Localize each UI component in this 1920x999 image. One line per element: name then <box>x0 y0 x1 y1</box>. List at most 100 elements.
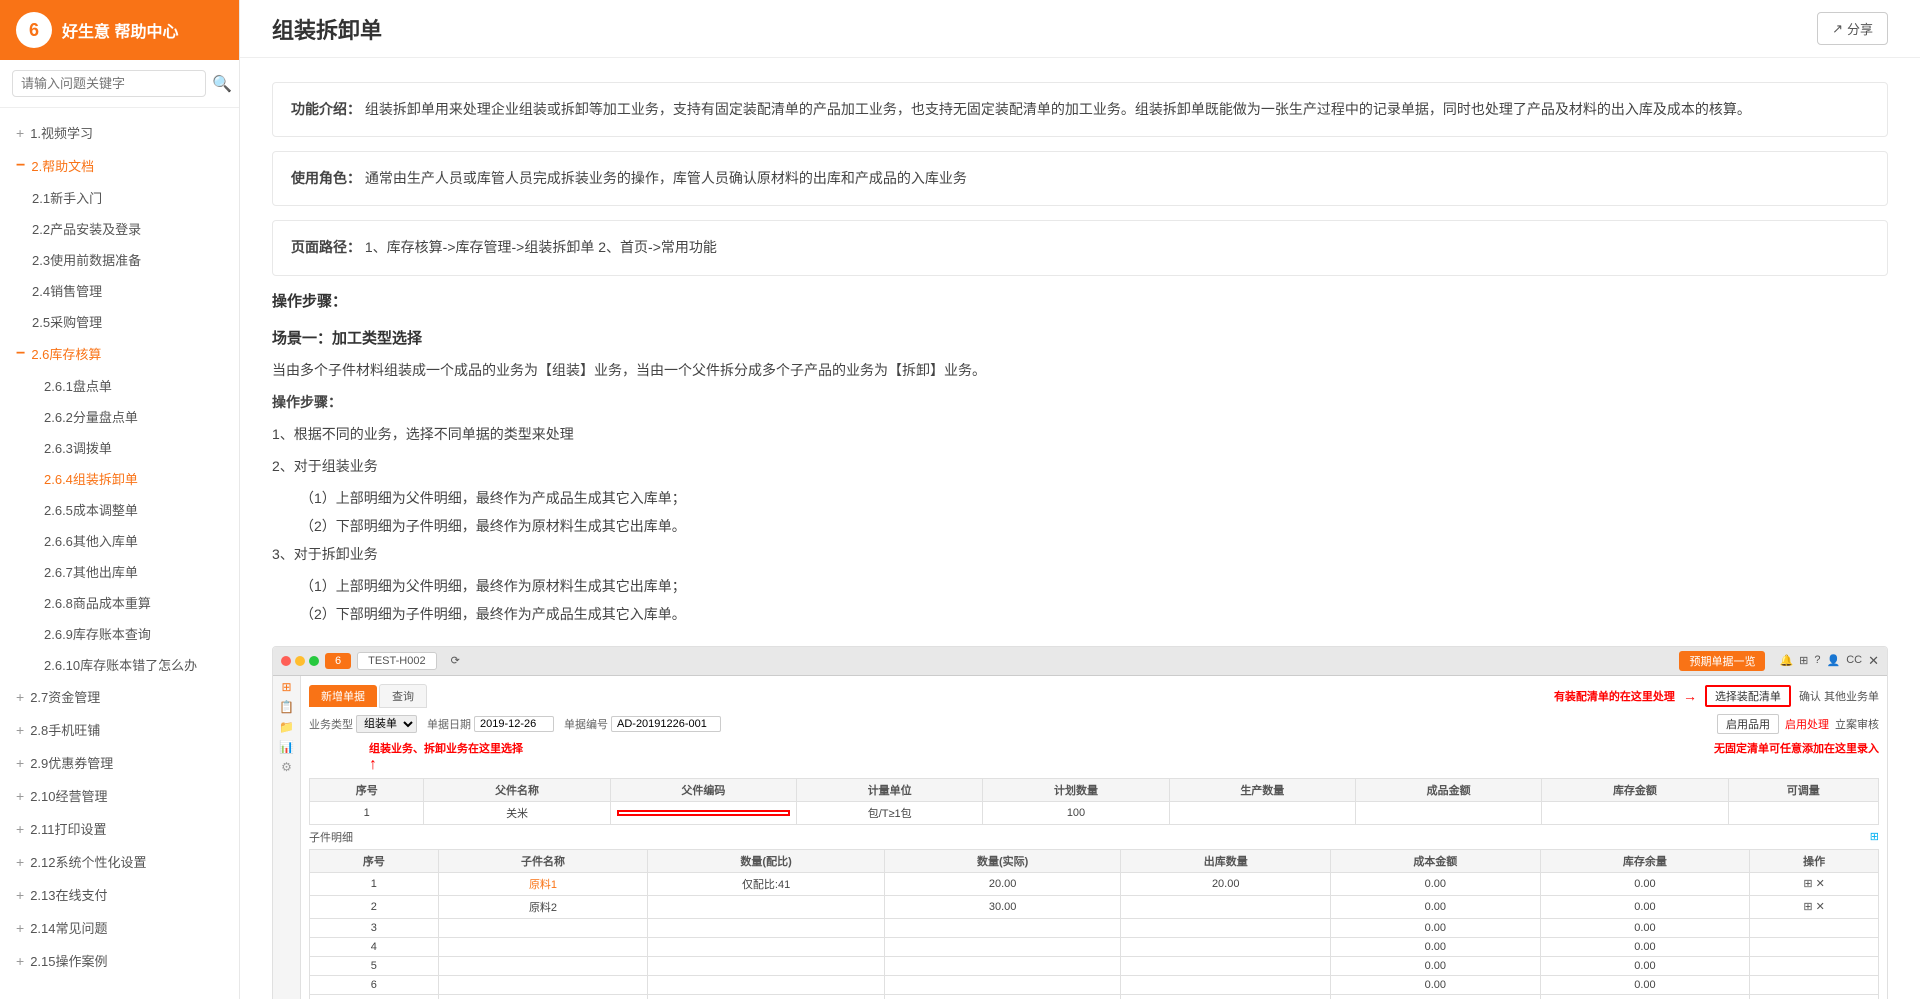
function-intro-block: 功能介绍： 组装拆卸单用来处理企业组装或拆卸等加工业务，支持有固定装配清单的产品… <box>272 82 1888 137</box>
share-icon: ↗ <box>1832 21 1843 37</box>
sidebar-item-stocktake[interactable]: 2.6.1盘点单 <box>0 370 239 401</box>
sidebar-item-settings[interactable]: + 2.12系统个性化设置 <box>0 845 239 878</box>
expand-icon: + <box>16 854 24 870</box>
sidebar-item-print[interactable]: + 2.11打印设置 <box>0 812 239 845</box>
sidebar-item-stock-error[interactable]: 2.6.10库存账本错了怎么办 <box>0 649 239 680</box>
ss-btn-select[interactable]: 选择装配清单 <box>1705 685 1791 707</box>
content-area: 功能介绍： 组装拆卸单用来处理企业组装或拆卸等加工业务，支持有固定装配清单的产品… <box>240 58 1920 999</box>
function-intro-text: 组装拆卸单用来处理企业组装或拆卸等加工业务，支持有固定装配清单的产品加工业务，也… <box>365 101 1751 117</box>
ss-enable-input[interactable]: 启用品用 <box>1717 714 1779 734</box>
sidebar-item-cost-calc[interactable]: 2.6.8商品成本重算 <box>0 587 239 618</box>
sidebar-item-new[interactable]: 2.1新手入门 <box>0 182 239 213</box>
ss-cell <box>1355 801 1541 824</box>
share-button[interactable]: ↗ 分享 <box>1817 12 1888 45</box>
sidebar-item-faq[interactable]: + 2.14常见问题 <box>0 911 239 944</box>
ss-table1: 序号 父件名称 父件编码 计量单位 计划数量 生产数量 成品金额 库存金额 可调… <box>309 778 1879 825</box>
step1: 1、根据不同的业务，选择不同单据的类型来处理 <box>272 420 1888 448</box>
ss-cell <box>884 918 1121 937</box>
topbar: 组装拆卸单 ↗ 分享 <box>240 0 1920 58</box>
ss-cell: 0.00 <box>1331 956 1541 975</box>
ss-col2-qty-ratio: 数量(配比) <box>648 849 885 872</box>
search-button[interactable]: 🔍 <box>212 74 232 94</box>
app-name: 好生意 帮助中心 <box>62 18 178 42</box>
ss-cell: 0.00 <box>1331 994 1541 999</box>
step2-sub1: （1）上部明细为父件明细，最终作为产成品生成其它入库单； <box>272 484 1888 512</box>
ss-cell: ⊞ ✕ <box>1750 872 1879 895</box>
ss-cell <box>648 918 885 937</box>
sidebar-item-inventory[interactable]: − 2.6库存核算 <box>0 337 239 370</box>
ss-cell: 原料1 <box>438 872 648 895</box>
ss-icon-ops: 确认 其他业务单 <box>1799 688 1879 704</box>
ss-col-plan-qty: 计划数量 <box>983 778 1169 801</box>
ss-col-parent-name: 父件名称 <box>424 778 610 801</box>
expand-icon: + <box>16 125 24 141</box>
sidebar-item-install[interactable]: 2.2产品安装及登录 <box>0 213 239 244</box>
ss-cell: 关米 <box>424 801 610 824</box>
path-label: 页面路径： <box>291 239 361 255</box>
ss-col2-stock: 库存余量 <box>1540 849 1750 872</box>
ss-close-btn[interactable]: ✕ <box>1868 653 1879 669</box>
ss-cell: 30.00 <box>884 895 1121 918</box>
ss-callout3: 组装业务、拆卸业务在这里选择 <box>369 740 523 756</box>
ss-sidebar-icon5: ⚙ <box>281 760 292 774</box>
sidebar-item-other-in[interactable]: 2.6.6其他入库单 <box>0 525 239 556</box>
expand-icon: + <box>16 755 24 771</box>
sidebar-item-online[interactable]: + 2.13在线支付 <box>0 878 239 911</box>
screenshot: 6 TEST-H002 ⟳ 预期单据一览 🔔 ⊞ ? 👤 CC ✕ <box>273 647 1887 999</box>
sidebar-item-partial[interactable]: 2.6.2分量盘点单 <box>0 401 239 432</box>
ss-btn-preview[interactable]: 预期单据一览 <box>1679 651 1765 671</box>
ss-col2-name: 子件名称 <box>438 849 648 872</box>
ss-tab-new[interactable]: 新增单据 <box>309 685 377 707</box>
table-row: 2 原料2 30.00 0.00 0.00 ⊞ ✕ <box>310 895 1879 918</box>
sidebar-item-videos[interactable]: + 1.视频学习 <box>0 116 239 149</box>
ss-confirm-btn[interactable]: 立案审核 <box>1835 716 1879 732</box>
expand-icon: + <box>16 887 24 903</box>
page-title: 组装拆卸单 <box>272 13 382 45</box>
sidebar-item-finance[interactable]: + 2.7资金管理 <box>0 680 239 713</box>
ss-field-no-input[interactable] <box>611 716 721 732</box>
sidebar-item-cost[interactable]: 2.6.5成本调整单 <box>0 494 239 525</box>
sidebar-item-purchase[interactable]: 2.5采购管理 <box>0 306 239 337</box>
sidebar-item-assembly[interactable]: 2.6.4组装拆卸单 <box>0 463 239 494</box>
ss-cell: 0.00 <box>1540 918 1750 937</box>
step2-sub2: （2）下部明细为子件明细，最终作为原材料生成其它出库单。 <box>272 512 1888 540</box>
ss-cell: 0.00 <box>1331 918 1541 937</box>
ss-col-prod-qty: 生产数量 <box>1169 778 1355 801</box>
ss-sidebar-icon3: 📁 <box>279 720 294 734</box>
sidebar-item-docs[interactable]: − 2.帮助文档 <box>0 149 239 182</box>
ss-field-type-input[interactable]: 组装单 拆卸单 <box>356 715 417 733</box>
ss-table2-header: 子件明细 ⊞ <box>309 829 1879 845</box>
ss-icon-refresh: ⟳ <box>451 654 460 667</box>
sidebar-item-coupon[interactable]: + 2.9优惠券管理 <box>0 746 239 779</box>
ss-cell: 2 <box>310 895 439 918</box>
sidebar-item-adjust[interactable]: 2.6.3调拨单 <box>0 432 239 463</box>
ss-cell: 原料2 <box>438 895 648 918</box>
ss-callout4: 无固定清单可任意添加在这里录入 <box>1714 743 1879 755</box>
ss-sidebar-icon4: 📊 <box>279 740 294 754</box>
function-intro-label: 功能介绍： <box>291 101 361 117</box>
ss-cell <box>1121 994 1331 999</box>
sidebar-item-sales[interactable]: 2.4销售管理 <box>0 275 239 306</box>
ss-cell <box>648 895 885 918</box>
search-input[interactable] <box>12 70 206 97</box>
sidebar-item-ops[interactable]: + 2.10经营管理 <box>0 779 239 812</box>
ss-cell <box>438 918 648 937</box>
sidebar-item-label: 2.10经营管理 <box>30 786 107 805</box>
ss-cell: 4 <box>310 937 439 956</box>
ss-callout1: 有装配清单的在这里处理 <box>1554 688 1675 704</box>
ss-addr: TEST-H002 <box>357 652 436 670</box>
ss-cell <box>438 956 648 975</box>
ss-tab-query[interactable]: 查询 <box>379 684 427 708</box>
sidebar-item-mobile[interactable]: + 2.8手机旺铺 <box>0 713 239 746</box>
sidebar-item-data[interactable]: 2.3使用前数据准备 <box>0 244 239 275</box>
ss-field-date-input[interactable] <box>474 716 554 732</box>
ss-cell <box>1750 937 1879 956</box>
ss-sidebar-icon1: ⊞ <box>281 680 291 694</box>
sidebar-item-label: 1.视频学习 <box>30 123 93 142</box>
sidebar-item-stock-check[interactable]: 2.6.9库存账本查询 <box>0 618 239 649</box>
sidebar-item-other-out[interactable]: 2.6.7其他出库单 <box>0 556 239 587</box>
expand-icon: + <box>16 689 24 705</box>
ss-cell: 5 <box>310 956 439 975</box>
sidebar-item-cases[interactable]: + 2.15操作案例 <box>0 944 239 977</box>
screenshot-container: 6 TEST-H002 ⟳ 预期单据一览 🔔 ⊞ ? 👤 CC ✕ <box>272 646 1888 999</box>
